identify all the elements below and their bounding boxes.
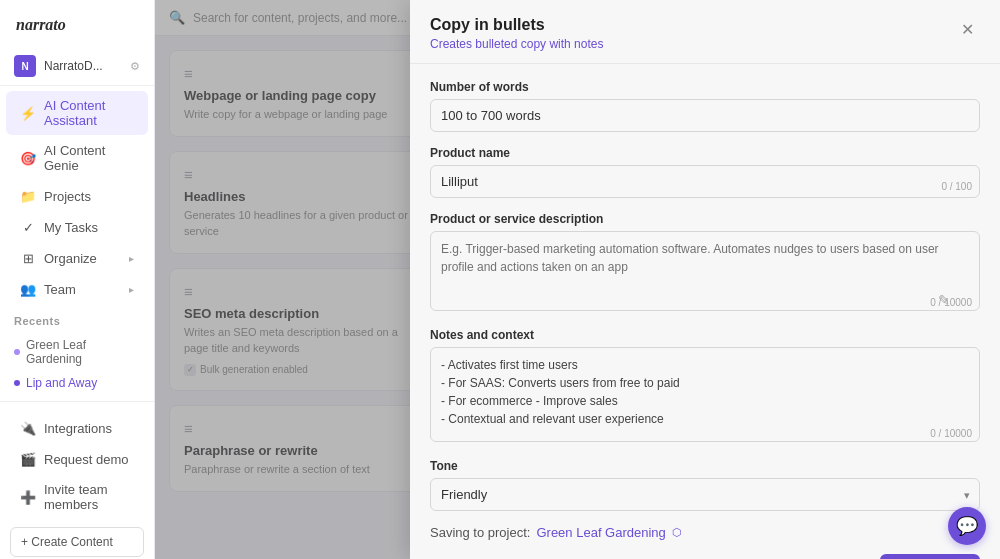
- modal-body: Number of words Product name 0 / 100 Pro…: [410, 64, 1000, 559]
- product-name-char-count: 0 / 100: [941, 181, 972, 192]
- sidebar-item-ai-content-assistant[interactable]: ⚡ AI Content Assistant: [6, 91, 148, 135]
- edit-icon[interactable]: ✎: [938, 292, 950, 308]
- organize-expand-icon: ▸: [129, 253, 134, 264]
- sidebar-item-projects[interactable]: 📁 Projects: [6, 181, 148, 211]
- sidebar-item-my-tasks[interactable]: ✓ My Tasks: [6, 212, 148, 242]
- generate-button[interactable]: Generate: [880, 554, 980, 559]
- recents-label: Recents: [0, 305, 154, 331]
- create-content-button[interactable]: + Create Content: [10, 527, 144, 557]
- ai-genie-icon: 🎯: [20, 150, 36, 166]
- product-desc-char-count: 0 / 10000: [930, 297, 972, 308]
- product-name-input[interactable]: [430, 165, 980, 198]
- notes-char-count: 0 / 10000: [930, 428, 972, 439]
- sidebar-item-label: Integrations: [44, 421, 112, 436]
- sidebar-item-organize[interactable]: ⊞ Organize ▸: [6, 243, 148, 273]
- word-count-input[interactable]: [430, 99, 980, 132]
- logo: narrato: [0, 0, 154, 49]
- saving-label: Saving to project:: [430, 525, 530, 540]
- sidebar-item-label: Invite team members: [44, 482, 134, 512]
- sidebar-item-ai-content-genie[interactable]: 🎯 AI Content Genie: [6, 136, 148, 180]
- tone-select-wrapper: Friendly Professional Casual Formal: [430, 478, 980, 511]
- notes-label: Notes and context: [430, 328, 980, 342]
- sidebar-item-request-demo[interactable]: 🎬 Request demo: [6, 444, 148, 474]
- tasks-icon: ✓: [20, 219, 36, 235]
- chat-icon: 💬: [956, 515, 978, 537]
- user-name: NarratoD...: [44, 59, 122, 73]
- word-count-label: Number of words: [430, 80, 980, 94]
- main-content: 🔍 ≡ Webpage or landing page copy Write c…: [155, 0, 1000, 559]
- recent-item-label: Green Leaf Gardening: [26, 338, 140, 366]
- ai-assistant-icon: ⚡: [20, 105, 36, 121]
- organize-icon: ⊞: [20, 250, 36, 266]
- sidebar-nav: ⚡ AI Content Assistant 🎯 AI Content Geni…: [0, 86, 154, 401]
- sidebar: narrato N NarratoD... ⚙ ⚡ AI Content Ass…: [0, 0, 155, 559]
- projects-icon: 📁: [20, 188, 36, 204]
- tone-group: Tone Friendly Professional Casual Formal: [430, 459, 980, 511]
- product-name-group: Product name 0 / 100: [430, 146, 980, 198]
- user-avatar: N: [14, 55, 36, 77]
- recent-item-lip-away[interactable]: Lip and Away: [0, 371, 154, 395]
- recent-item-green-leaf[interactable]: Green Leaf Gardening: [0, 333, 154, 371]
- recent-item-label: Lip and Away: [26, 376, 97, 390]
- sidebar-item-team[interactable]: 👥 Team ▸: [6, 274, 148, 304]
- sidebar-item-label: My Tasks: [44, 220, 98, 235]
- project-link[interactable]: Green Leaf Gardening: [536, 525, 665, 540]
- modal-header: Copy in bullets Creates bulleted copy wi…: [410, 0, 1000, 64]
- product-desc-label: Product or service description: [430, 212, 980, 226]
- sidebar-bottom: 🔌 Integrations 🎬 Request demo ➕ Invite t…: [0, 401, 154, 559]
- product-name-label: Product name: [430, 146, 980, 160]
- modal-subtitle: Creates bulleted copy with notes: [430, 37, 603, 51]
- word-count-group: Number of words: [430, 80, 980, 132]
- notes-group: Notes and context - Activates first time…: [430, 328, 980, 445]
- sidebar-item-label: Request demo: [44, 452, 129, 467]
- recents-list: Green Leaf Gardening Lip and Away: [0, 331, 154, 397]
- product-desc-wrapper: 0 / 10000 ✎: [430, 231, 980, 314]
- sidebar-item-label: AI Content Assistant: [44, 98, 134, 128]
- chat-button[interactable]: 💬: [948, 507, 986, 545]
- product-name-input-wrapper: 0 / 100: [430, 165, 980, 198]
- tone-label: Tone: [430, 459, 980, 473]
- team-icon: 👥: [20, 281, 36, 297]
- demo-icon: 🎬: [20, 451, 36, 467]
- invite-icon: ➕: [20, 489, 36, 505]
- team-expand-icon: ▸: [129, 284, 134, 295]
- notes-wrapper: - Activates first time users - For SAAS:…: [430, 347, 980, 445]
- sidebar-item-label: Team: [44, 282, 76, 297]
- saving-row: Saving to project: Green Leaf Gardening …: [430, 525, 980, 540]
- tone-select[interactable]: Friendly Professional Casual Formal: [430, 478, 980, 511]
- integrations-icon: 🔌: [20, 420, 36, 436]
- product-desc-textarea[interactable]: [430, 231, 980, 311]
- modal-close-button[interactable]: ✕: [954, 16, 980, 42]
- modal: Copy in bullets Creates bulleted copy wi…: [410, 0, 1000, 559]
- svg-text:narrato: narrato: [16, 16, 66, 33]
- user-settings-icon[interactable]: ⚙: [130, 60, 140, 73]
- sidebar-item-label: Organize: [44, 251, 97, 266]
- sidebar-item-label: AI Content Genie: [44, 143, 134, 173]
- product-desc-group: Product or service description 0 / 10000…: [430, 212, 980, 314]
- recent-dot: [14, 380, 20, 386]
- external-link-icon[interactable]: ⬡: [672, 526, 682, 539]
- recent-dot: [14, 349, 20, 355]
- modal-title: Copy in bullets: [430, 16, 603, 34]
- generate-row: Generate: [430, 554, 980, 559]
- sidebar-item-integrations[interactable]: 🔌 Integrations: [6, 413, 148, 443]
- notes-textarea[interactable]: - Activates first time users - For SAAS:…: [430, 347, 980, 442]
- sidebar-item-invite-team[interactable]: ➕ Invite team members: [6, 475, 148, 519]
- sidebar-item-label: Projects: [44, 189, 91, 204]
